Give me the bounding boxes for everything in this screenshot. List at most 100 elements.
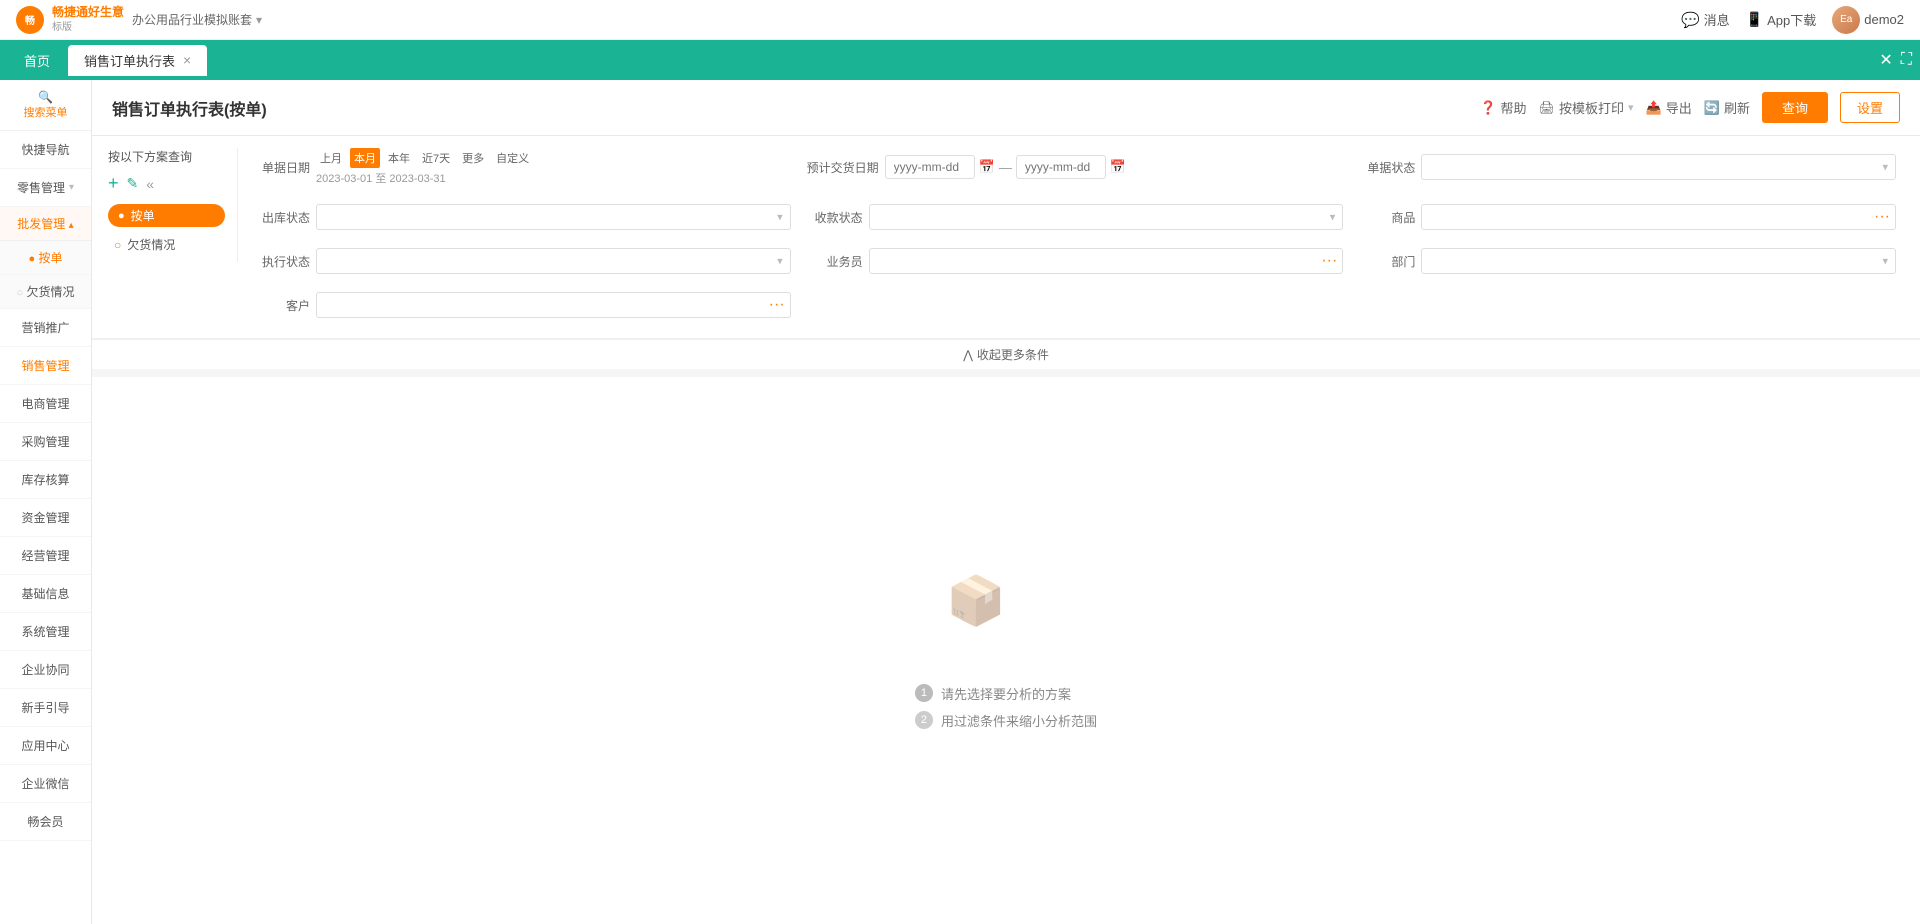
calendar-from-icon[interactable]: 📅 — [979, 159, 995, 175]
sidebar: 🔍 搜索菜单 快捷导航 零售管理 ▾ 批发管理 ▴ ● 按单 ○ 欠货情况 营销… — [0, 80, 92, 924]
empty-hint-1: 1 请先选择要分析的方案 — [915, 684, 1097, 703]
filter-exec-group: 执行状态 — [254, 248, 791, 274]
print-dropdown-icon[interactable]: ▾ — [1628, 101, 1634, 114]
scheme-item-by-order[interactable]: ● 按单 — [108, 204, 225, 227]
filter-doc-status-group: 单据状态 — [1359, 148, 1896, 186]
refresh-button[interactable]: 🔄 刷新 — [1704, 98, 1750, 117]
sidebar-subitem-backorder[interactable]: ○ 欠货情况 — [0, 275, 91, 309]
date-separator: — — [999, 160, 1012, 175]
sidebar-item-retail[interactable]: 零售管理 ▾ — [0, 169, 91, 207]
dept-control — [1421, 248, 1896, 274]
doc-status-label: 单据状态 — [1359, 159, 1415, 176]
add-scheme-button[interactable]: + — [108, 173, 119, 194]
date-range-display: 2023-03-01 至 2023-03-31 — [316, 170, 791, 186]
expected-date-from-input[interactable] — [885, 155, 975, 179]
sidebar-system-label: 系统管理 — [21, 625, 69, 639]
sidebar-quick-nav-label: 快捷导航 — [21, 143, 69, 157]
expected-date-to-input[interactable] — [1016, 155, 1106, 179]
sidebar-item-newbie[interactable]: 新手引导 — [0, 689, 91, 727]
sidebar-item-ecommerce[interactable]: 电商管理 — [0, 385, 91, 423]
sidebar-item-app-center[interactable]: 应用中心 — [0, 727, 91, 765]
export-label: 导出 — [1666, 98, 1692, 117]
sidebar-item-inventory[interactable]: 库存核算 — [0, 461, 91, 499]
filter-date-group: 单据日期 上月 本月 本年 近7天 更多 自定义 — [254, 148, 791, 186]
collapse-up-icon: ⋀ — [963, 348, 973, 362]
page-title: 销售订单执行表(按单) — [112, 96, 267, 120]
sidebar-item-finance[interactable]: 资金管理 — [0, 499, 91, 537]
filter-row-4: 客户 ··· — [254, 292, 1904, 326]
date-label: 单据日期 — [254, 159, 310, 176]
sidebar-item-wholesale[interactable]: 批发管理 ▴ — [0, 207, 91, 241]
set-button[interactable]: 设置 — [1840, 92, 1900, 123]
sidebar-item-system[interactable]: 系统管理 — [0, 613, 91, 651]
print-label: 按模板打印 — [1559, 98, 1624, 117]
filter-top: 按以下方案查询 + ✎ « ● 按单 ○ 欠货情况 — [92, 136, 1920, 339]
calendar-to-icon[interactable]: 📅 — [1110, 159, 1126, 175]
sidebar-item-wechat[interactable]: 企业微信 — [0, 765, 91, 803]
date-tab-this-month[interactable]: 本月 — [350, 148, 380, 168]
dept-label: 部门 — [1359, 253, 1415, 270]
sidebar-search[interactable]: 🔍 搜索菜单 — [0, 80, 91, 131]
sidebar-item-purchase[interactable]: 采购管理 — [0, 423, 91, 461]
doc-status-select[interactable] — [1421, 154, 1896, 180]
tab-sales-order[interactable]: 销售订单执行表 × — [68, 45, 207, 76]
goods-input[interactable] — [1421, 204, 1896, 230]
date-tab-last-7[interactable]: 近7天 — [418, 148, 454, 168]
filter-outbound-group: 出库状态 — [254, 204, 791, 230]
filter-goods-group: 商品 ··· — [1359, 204, 1896, 230]
breadcrumb-dropdown-icon[interactable]: ▾ — [256, 13, 262, 27]
scheme-item-backorder[interactable]: ○ 欠货情况 — [108, 233, 225, 256]
sidebar-item-enterprise[interactable]: 企业协同 — [0, 651, 91, 689]
date-tab-custom[interactable]: 自定义 — [492, 148, 533, 168]
page-actions: ❓ 帮助 🖨 按模板打印 ▾ 📤 导出 🔄 刷新 查询 设置 — [1480, 92, 1900, 123]
salesman-label: 业务员 — [807, 253, 863, 270]
tab-close-window-icon[interactable]: ✕ — [1879, 50, 1892, 70]
outbound-select[interactable] — [316, 204, 791, 230]
customer-more-icon[interactable]: ··· — [769, 296, 785, 314]
salesman-more-icon[interactable]: ··· — [1321, 252, 1337, 270]
refresh-icon: 🔄 — [1704, 100, 1720, 116]
dept-select[interactable] — [1421, 248, 1896, 274]
app-logo: 畅 — [16, 6, 44, 34]
user-profile[interactable]: Ea demo2 — [1832, 6, 1904, 34]
sidebar-item-basic-info[interactable]: 基础信息 — [0, 575, 91, 613]
sidebar-item-marketing[interactable]: 营销推广 — [0, 309, 91, 347]
export-button[interactable]: 📤 导出 — [1646, 98, 1692, 117]
app-download-label: App下载 — [1767, 10, 1816, 29]
date-tab-this-year[interactable]: 本年 — [384, 148, 414, 168]
sidebar-enterprise-label: 企业协同 — [21, 663, 69, 677]
filter-row-2: 出库状态 收款状态 — [254, 204, 1904, 238]
customer-control: ··· — [316, 292, 791, 318]
tab-close-icon[interactable]: × — [183, 52, 191, 68]
sidebar-item-sales[interactable]: 销售管理 — [0, 347, 91, 385]
goods-more-icon[interactable]: ··· — [1874, 208, 1890, 226]
date-quick-row: 上月 本月 本年 近7天 更多 自定义 — [316, 148, 791, 168]
print-button[interactable]: 🖨 按模板打印 ▾ — [1539, 98, 1634, 117]
salesman-input[interactable] — [869, 248, 1344, 274]
message-button[interactable]: 💬 消息 — [1681, 10, 1730, 29]
sidebar-inventory-label: 库存核算 — [21, 473, 69, 487]
date-tab-last-month[interactable]: 上月 — [316, 148, 346, 168]
sidebar-item-operation[interactable]: 经营管理 — [0, 537, 91, 575]
tab-home[interactable]: 首页 — [8, 45, 66, 76]
filter-receipt-group: 收款状态 — [807, 204, 1344, 230]
expected-date-label: 预计交货日期 — [807, 159, 879, 176]
collapse-bar[interactable]: ⋀ 收起更多条件 — [92, 339, 1920, 369]
exec-select[interactable] — [316, 248, 791, 274]
customer-input[interactable] — [316, 292, 791, 318]
sidebar-item-member[interactable]: 畅会员 — [0, 803, 91, 841]
sidebar-item-quick-nav[interactable]: 快捷导航 — [0, 131, 91, 169]
filter-customer-group: 客户 ··· — [254, 292, 791, 318]
filter-scheme-title: 按以下方案查询 — [108, 148, 192, 165]
tab-label: 销售订单执行表 — [84, 51, 175, 70]
sidebar-subitem-by-order[interactable]: ● 按单 — [0, 241, 91, 275]
date-tab-more[interactable]: 更多 — [458, 148, 488, 168]
help-button[interactable]: ❓ 帮助 — [1480, 98, 1526, 117]
query-button[interactable]: 查询 — [1762, 92, 1828, 123]
edit-scheme-button[interactable]: ✎ — [127, 175, 139, 192]
tab-expand-icon[interactable]: ⛶ — [1901, 51, 1912, 69]
app-download-button[interactable]: 📱 App下载 — [1746, 10, 1817, 29]
receipt-select[interactable] — [869, 204, 1344, 230]
message-label: 消息 — [1704, 10, 1730, 29]
collapse-scheme-button[interactable]: « — [146, 176, 154, 192]
